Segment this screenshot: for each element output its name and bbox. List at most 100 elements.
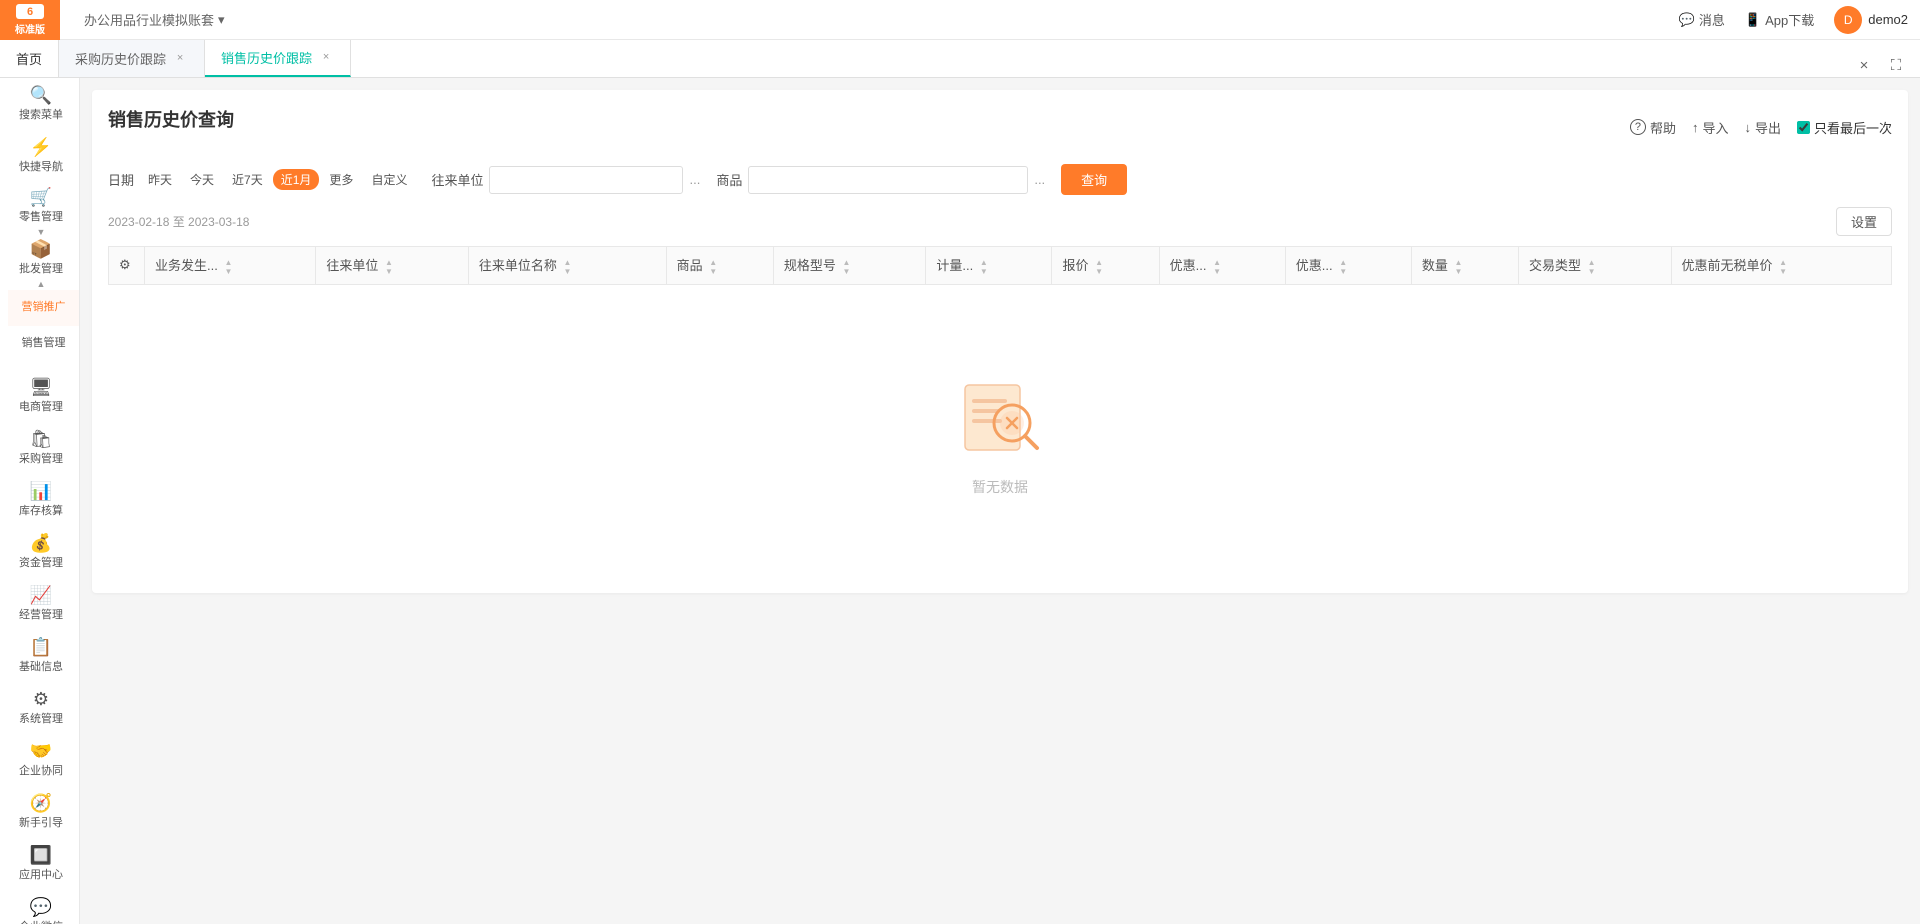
sidebar-item-retail[interactable]: 🛒 零售管理 ▼ xyxy=(0,186,79,238)
apps-icon: 🔲 xyxy=(30,845,52,866)
last-only-checkbox-row: 只看最后一次 xyxy=(1797,118,1892,137)
message-btn[interactable]: 💬 消息 xyxy=(1679,10,1725,29)
layout: 🔍 搜索菜单 ⚡ 快捷导航 🛒 零售管理 ▼ 📦 批发管理 ▲ 营销推广 销售管… xyxy=(0,78,1920,924)
import-icon: ↑ xyxy=(1692,120,1699,135)
sidebar-item-purchase[interactable]: 🛍 采购管理 xyxy=(0,422,79,474)
col-quote: 报价 ▲▼ xyxy=(1052,247,1159,285)
retail-arrow: ▼ xyxy=(37,227,46,237)
settings-gear-icon[interactable]: ⚙ xyxy=(119,257,131,272)
page-card: 销售历史价查询 ? 帮助 ↑ 导入 ↓ 导出 xyxy=(92,90,1908,593)
col-settings[interactable]: ⚙ xyxy=(109,247,145,285)
sidebar-item-collab[interactable]: 🤝 企业协同 xyxy=(0,734,79,786)
sidebar-item-search[interactable]: 🔍 搜索菜单 xyxy=(0,78,79,130)
sidebar-item-system[interactable]: ⚙ 系统管理 xyxy=(0,682,79,734)
col-partner-name: 往来单位名称 ▲▼ xyxy=(468,247,666,285)
sidebar-item-marketing[interactable]: 营销推广 xyxy=(8,290,79,326)
wholesale-arrow: ▲ xyxy=(37,279,46,289)
export-btn[interactable]: ↓ 导出 xyxy=(1744,118,1781,137)
topbar: 6 标准版 办公用品行业模拟账套 ▾ 💬 消息 📱 App下载 D demo2 xyxy=(0,0,1920,40)
sidebar-item-operations[interactable]: 📈 经营管理 xyxy=(0,578,79,630)
sidebar-item-finance[interactable]: 💰 资金管理 xyxy=(0,526,79,578)
date-btn-7days[interactable]: 近7天 xyxy=(224,169,271,190)
app-logo[interactable]: 6 标准版 xyxy=(0,0,60,40)
close-all-tabs-btn[interactable]: × xyxy=(1852,53,1876,77)
tab-sales-close[interactable]: × xyxy=(318,49,334,65)
empty-svg xyxy=(950,365,1050,465)
sidebar-item-basic[interactable]: 📋 基础信息 xyxy=(0,630,79,682)
query-button[interactable]: 查询 xyxy=(1061,164,1127,195)
quick-icon: ⚡ xyxy=(30,137,52,158)
partner-label: 往来单位 xyxy=(431,170,483,189)
tab-purchase-close[interactable]: × xyxy=(172,50,188,66)
empty-text: 暂无数据 xyxy=(972,477,1028,497)
goods-dots[interactable]: ... xyxy=(1034,172,1045,187)
settings-button[interactable]: 设置 xyxy=(1836,207,1892,236)
sidebar-item-sales-mgmt[interactable]: 销售管理 xyxy=(8,326,79,362)
sidebar-item-wholesale[interactable]: 📦 批发管理 ▲ xyxy=(0,238,79,290)
collab-icon: 🤝 xyxy=(30,741,52,762)
sidebar-item-guide[interactable]: 🧭 新手引导 xyxy=(0,786,79,838)
main-content: 销售历史价查询 ? 帮助 ↑ 导入 ↓ 导出 xyxy=(80,78,1920,924)
sort-goods[interactable]: ▲▼ xyxy=(709,258,717,276)
date-btn-more[interactable]: 更多 xyxy=(321,169,361,190)
col-goods-label: 商品 xyxy=(677,258,703,273)
table-header: ⚙ 业务发生... ▲▼ 往来单位 ▲▼ xyxy=(109,247,1892,285)
table-container: ⚙ 业务发生... ▲▼ 往来单位 ▲▼ xyxy=(108,246,1892,577)
avatar: D xyxy=(1834,6,1862,34)
stock-icon: 📊 xyxy=(30,481,52,502)
workspace-title[interactable]: 办公用品行业模拟账套 ▾ xyxy=(84,10,225,29)
col-unit-label: 计量... xyxy=(936,258,973,273)
finance-icon: 💰 xyxy=(30,533,52,554)
sort-unit[interactable]: ▲▼ xyxy=(980,258,988,276)
date-filter-group: 日期 昨天 今天 近7天 近1月 更多 自定义 xyxy=(108,169,415,190)
col-partner-code-label: 往来单位 xyxy=(326,258,378,273)
wholesale-icon: 📦 xyxy=(30,239,52,260)
help-btn[interactable]: ? 帮助 xyxy=(1630,118,1676,137)
col-quantity-label: 数量 xyxy=(1422,258,1448,273)
sort-price-no-tax[interactable]: ▲▼ xyxy=(1779,258,1787,276)
page-container: 销售历史价查询 ? 帮助 ↑ 导入 ↓ 导出 xyxy=(80,78,1920,924)
date-btn-today[interactable]: 今天 xyxy=(182,169,222,190)
sort-partner-code[interactable]: ▲▼ xyxy=(385,258,393,276)
partner-dots[interactable]: ... xyxy=(689,172,700,187)
operations-icon: 📈 xyxy=(30,585,52,606)
date-btn-yesterday[interactable]: 昨天 xyxy=(140,169,180,190)
sort-quote[interactable]: ▲▼ xyxy=(1095,258,1103,276)
sidebar-item-wechat[interactable]: 💬 企业微信 xyxy=(0,890,79,924)
ecom-icon: 🖥 xyxy=(30,377,53,398)
user-menu[interactable]: D demo2 xyxy=(1834,6,1908,34)
fullscreen-btn[interactable]: ⛶ xyxy=(1884,53,1908,77)
sort-partner-name[interactable]: ▲▼ xyxy=(564,258,572,276)
date-options: 昨天 今天 近7天 近1月 更多 自定义 xyxy=(140,169,415,190)
import-btn[interactable]: ↑ 导入 xyxy=(1692,118,1729,137)
export-icon: ↓ xyxy=(1744,120,1751,135)
sidebar-item-apps[interactable]: 🔲 应用中心 xyxy=(0,838,79,890)
tab-home[interactable]: 首页 xyxy=(0,39,59,77)
tab-purchase-history[interactable]: 采购历史价跟踪 × xyxy=(59,39,205,77)
date-btn-1month[interactable]: 近1月 xyxy=(273,169,320,190)
sort-quantity[interactable]: ▲▼ xyxy=(1454,258,1462,276)
col-price-no-tax-label: 优惠前无税单价 xyxy=(1682,258,1773,273)
last-only-label[interactable]: 只看最后一次 xyxy=(1814,118,1892,137)
col-goods: 商品 ▲▼ xyxy=(666,247,773,285)
sort-discount2[interactable]: ▲▼ xyxy=(1339,258,1347,276)
col-discount1: 优惠... ▲▼ xyxy=(1159,247,1285,285)
goods-filter-group: 商品 ... xyxy=(716,166,1045,194)
sort-discount1[interactable]: ▲▼ xyxy=(1213,258,1221,276)
sort-spec[interactable]: ▲▼ xyxy=(843,258,851,276)
date-btn-custom[interactable]: 自定义 xyxy=(363,169,415,190)
sort-biz-date[interactable]: ▲▼ xyxy=(224,258,232,276)
dropdown-icon: ▾ xyxy=(218,12,225,28)
wechat-icon: 💬 xyxy=(30,897,52,918)
partner-input[interactable] xyxy=(489,166,683,194)
tab-sales-history[interactable]: 销售历史价跟踪 × xyxy=(205,39,351,77)
col-unit: 计量... ▲▼ xyxy=(926,247,1052,285)
last-only-checkbox[interactable] xyxy=(1797,121,1810,134)
app-download-btn[interactable]: 📱 App下载 xyxy=(1745,10,1814,29)
sidebar-item-quick[interactable]: ⚡ 快捷导航 xyxy=(0,130,79,182)
sort-trade-type[interactable]: ▲▼ xyxy=(1588,258,1596,276)
sidebar-item-stock[interactable]: 📊 库存核算 xyxy=(0,474,79,526)
retail-icon: 🛒 xyxy=(30,187,52,208)
sidebar-item-ecom[interactable]: 🖥 电商管理 xyxy=(0,370,79,422)
goods-input[interactable] xyxy=(748,166,1028,194)
